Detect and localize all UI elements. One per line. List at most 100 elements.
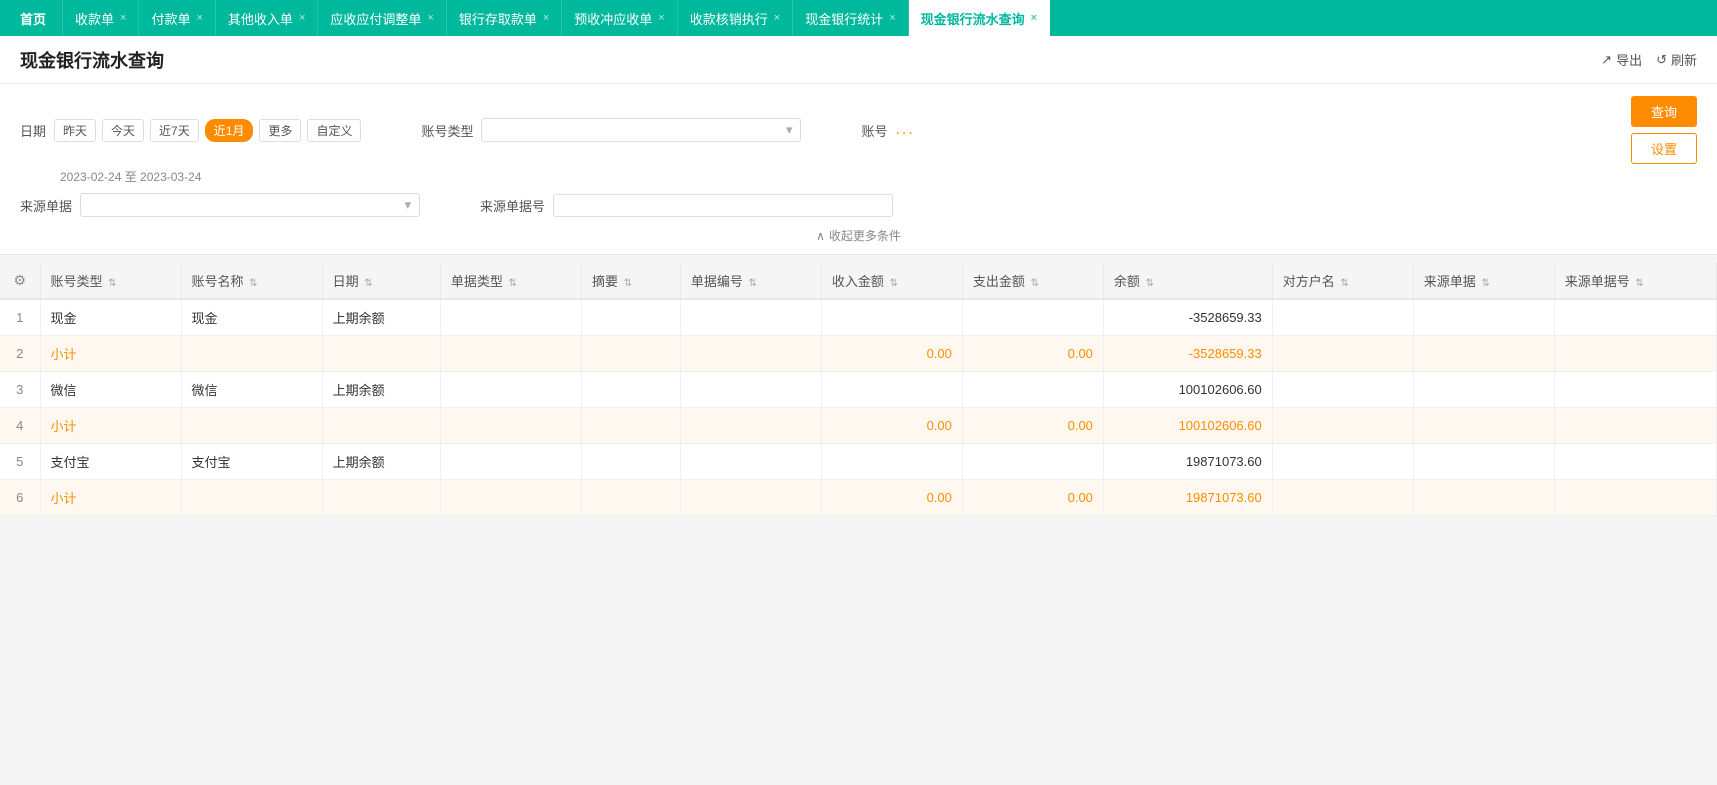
source-doc-num-label: 来源单据号	[480, 196, 545, 215]
sort-icon: ⇅	[509, 278, 517, 289]
date-btn-1month[interactable]: 近1月	[205, 119, 254, 142]
close-icon[interactable]: ×	[889, 12, 895, 24]
settings-button[interactable]: 设置	[1631, 133, 1697, 164]
nav-bank-flow[interactable]: 现金银行流水查询 ×	[909, 0, 1050, 36]
cell-account_type: 现金	[40, 299, 181, 336]
cell-balance: -3528659.33	[1103, 299, 1272, 336]
cell-balance: 100102606.60	[1103, 408, 1272, 444]
sort-icon: ⇅	[1340, 278, 1348, 289]
account-type-label: 账号类型	[421, 121, 473, 140]
close-icon[interactable]: ×	[120, 12, 126, 24]
table-row: 6小计0.000.0019871073.60	[0, 480, 1717, 516]
close-icon[interactable]: ×	[196, 12, 202, 24]
cell-account_name	[181, 480, 322, 516]
date-btn-more[interactable]: 更多	[259, 119, 301, 142]
nav-bank-stats[interactable]: 现金银行统计 ×	[793, 0, 908, 36]
sort-icon: ⇅	[889, 278, 897, 289]
cell-account_name: 支付宝	[181, 444, 322, 480]
cell-source_doc_no	[1554, 299, 1716, 336]
cell-counterparty	[1272, 408, 1413, 444]
collapse-button[interactable]: ∧ 收起更多条件	[816, 227, 901, 244]
cell-source_doc_no	[1554, 372, 1716, 408]
source-doc-select[interactable]: ▾	[80, 193, 420, 217]
cell-source_doc	[1413, 480, 1554, 516]
nav-adjustment[interactable]: 应收应付调整单 ×	[318, 0, 446, 36]
cell-account_type: 小计	[40, 408, 181, 444]
date-btn-custom[interactable]: 自定义	[307, 119, 361, 142]
cell-source_doc_no	[1554, 336, 1716, 372]
nav-other-income[interactable]: 其他收入单 ×	[216, 0, 318, 36]
cell-balance: 100102606.60	[1103, 372, 1272, 408]
th-account-name[interactable]: 账号名称 ⇅	[181, 263, 322, 299]
cell-income	[821, 444, 962, 480]
close-icon[interactable]: ×	[1031, 12, 1037, 24]
cell-date: 上期余额	[322, 372, 440, 408]
close-icon[interactable]: ×	[774, 12, 780, 24]
source-doc-num-filter-group: 来源单据号	[480, 194, 893, 217]
th-source-doc-no[interactable]: 来源单据号 ⇅	[1554, 263, 1716, 299]
chevron-down-icon: ▾	[786, 122, 793, 138]
collapse-icon: ∧	[816, 229, 825, 243]
nav-advance-offset[interactable]: 预收冲应收单 ×	[562, 0, 677, 36]
th-settings[interactable]: ⚙	[0, 263, 40, 299]
source-doc-num-input[interactable]	[553, 194, 893, 217]
date-btn-yesterday[interactable]: 昨天	[54, 119, 96, 142]
cell-date: 上期余额	[322, 444, 440, 480]
date-btn-today[interactable]: 今天	[102, 119, 144, 142]
export-button[interactable]: ↗ 导出	[1601, 50, 1642, 69]
cell-index: 3	[0, 372, 40, 408]
cell-doc_type	[440, 408, 581, 444]
table-row: 2小计0.000.00-3528659.33	[0, 336, 1717, 372]
nav-home[interactable]: 首页	[4, 0, 63, 36]
nav-bank-deposit[interactable]: 银行存取款单 ×	[447, 0, 562, 36]
cell-date	[322, 336, 440, 372]
sort-icon: ⇅	[1146, 278, 1154, 289]
th-doc-no[interactable]: 单据编号 ⇅	[680, 263, 821, 299]
cell-account_type: 小计	[40, 480, 181, 516]
query-button[interactable]: 查询	[1631, 96, 1697, 127]
cell-counterparty	[1272, 336, 1413, 372]
th-income[interactable]: 收入金额 ⇅	[821, 263, 962, 299]
th-date[interactable]: 日期 ⇅	[322, 263, 440, 299]
close-icon[interactable]: ×	[299, 12, 305, 24]
th-doc-type[interactable]: 单据类型 ⇅	[440, 263, 581, 299]
data-table: ⚙ 账号类型 ⇅ 账号名称 ⇅ 日期 ⇅ 单据类型 ⇅ 摘要 ⇅ 单据编号 ⇅ …	[0, 263, 1717, 516]
th-expense[interactable]: 支出金额 ⇅	[962, 263, 1103, 299]
cell-summary	[581, 408, 680, 444]
nav-payment[interactable]: 付款单 ×	[139, 0, 215, 36]
close-icon[interactable]: ×	[427, 12, 433, 24]
cell-doc_type	[440, 372, 581, 408]
refresh-button[interactable]: ↺ 刷新	[1656, 50, 1697, 69]
close-icon[interactable]: ×	[543, 12, 549, 24]
close-icon[interactable]: ×	[658, 12, 664, 24]
nav-verify[interactable]: 收款核销执行 ×	[678, 0, 793, 36]
nav-receipt[interactable]: 收款单 ×	[63, 0, 139, 36]
account-type-filter-group: 账号类型 ▾	[421, 118, 801, 142]
collapse-label: 收起更多条件	[829, 227, 901, 244]
cell-expense: 0.00	[962, 336, 1103, 372]
table-row: 1现金现金上期余额-3528659.33	[0, 299, 1717, 336]
date-options: 昨天 今天 近7天 近1月 更多 自定义	[54, 119, 361, 142]
cell-counterparty	[1272, 372, 1413, 408]
cell-index: 2	[0, 336, 40, 372]
th-account-type[interactable]: 账号类型 ⇅	[40, 263, 181, 299]
dots-button[interactable]: ...	[895, 121, 914, 139]
cell-source_doc	[1413, 408, 1554, 444]
refresh-icon: ↺	[1656, 52, 1667, 68]
gear-icon[interactable]: ⚙	[13, 272, 26, 288]
date-range-display: 2023-02-24 至 2023-03-24	[56, 168, 1697, 185]
cell-doc_type	[440, 336, 581, 372]
cell-source_doc	[1413, 299, 1554, 336]
source-doc-filter-group: 来源单据 ▾	[20, 193, 420, 217]
date-btn-7days[interactable]: 近7天	[150, 119, 199, 142]
cell-account_name	[181, 408, 322, 444]
account-type-select[interactable]: ▾	[481, 118, 801, 142]
cell-counterparty	[1272, 444, 1413, 480]
th-summary[interactable]: 摘要 ⇅	[581, 263, 680, 299]
cell-account_type: 微信	[40, 372, 181, 408]
cell-summary	[581, 480, 680, 516]
cell-expense: 0.00	[962, 480, 1103, 516]
th-balance[interactable]: 余额 ⇅	[1103, 263, 1272, 299]
th-source-doc[interactable]: 来源单据 ⇅	[1413, 263, 1554, 299]
th-counterparty[interactable]: 对方户名 ⇅	[1272, 263, 1413, 299]
